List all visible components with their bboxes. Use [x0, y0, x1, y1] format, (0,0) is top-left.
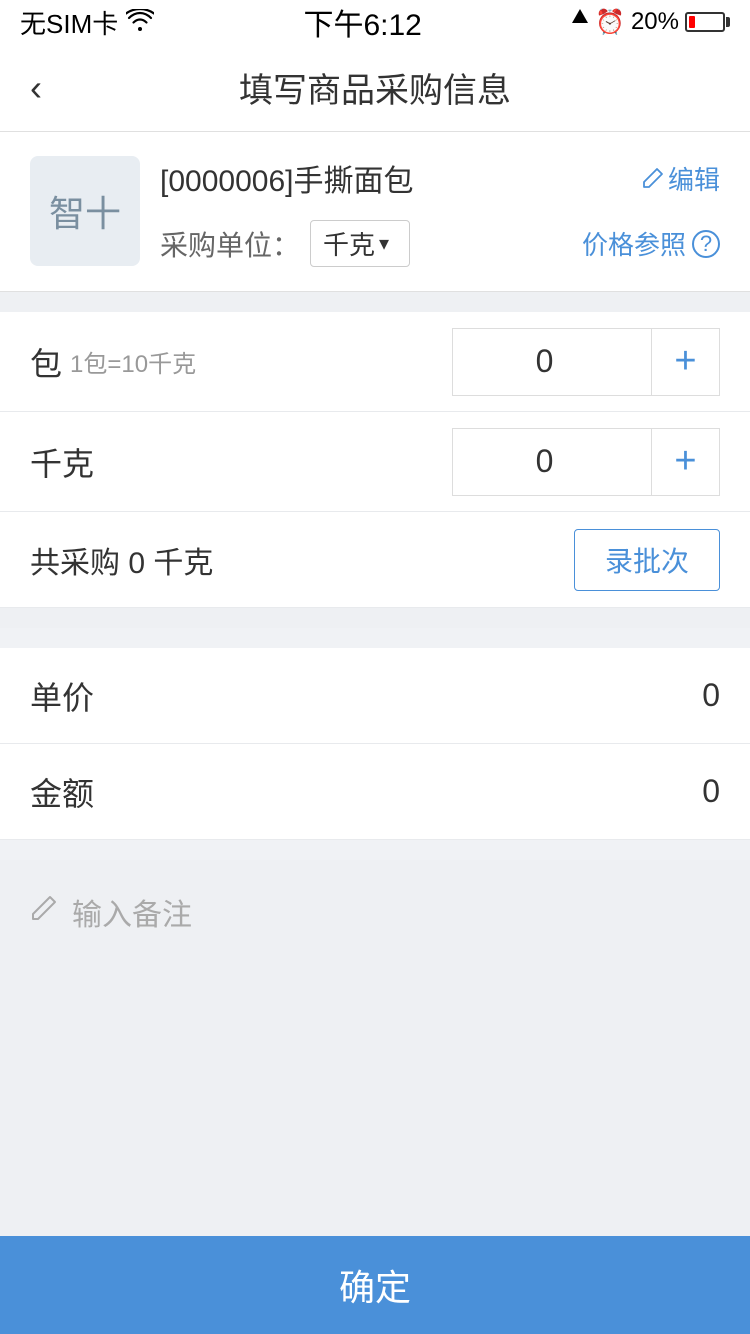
carrier-label: 无SIM卡	[20, 4, 118, 41]
bao-row: 包 1包=10千克 +	[0, 312, 750, 412]
input-section: 包 1包=10千克 + 千克 +	[0, 312, 750, 512]
confirm-button[interactable]: 确定	[0, 1236, 750, 1334]
bao-label: 包	[30, 339, 62, 385]
bao-sublabel: 1包=10千克	[70, 344, 452, 379]
product-name: [0000006]手撕面包	[160, 156, 413, 200]
status-bar: 无SIM卡 下午6:12 ⏰ 20%	[0, 0, 750, 44]
price-ref-button[interactable]: 价格参照 ?	[582, 225, 720, 262]
kg-row: 千克 +	[0, 412, 750, 512]
total-row: 共采购 0 千克 录批次	[0, 512, 750, 608]
edit-button[interactable]: 编辑	[642, 160, 720, 197]
pencil-icon	[30, 894, 58, 930]
bao-plus-button[interactable]: +	[652, 328, 720, 396]
product-logo: 智十	[49, 185, 121, 237]
location-icon	[571, 8, 589, 37]
product-card: 智十 [0000006]手撕面包 编辑 采购单位： 千克 ▾ 价格参照 ?	[0, 132, 750, 292]
nav-bar: ‹ 填写商品采购信息	[0, 44, 750, 132]
kg-input-box: +	[452, 428, 720, 496]
product-header: [0000006]手撕面包 编辑	[160, 156, 720, 200]
battery-pct: 20%	[631, 8, 679, 36]
remark-section[interactable]: 输入备注	[0, 860, 750, 964]
detail-section: 单价 0 金额 0	[0, 648, 750, 840]
confirm-label: 确定	[339, 1259, 411, 1311]
unit-price-row: 单价 0	[0, 648, 750, 744]
total-label: 共采购 0 千克	[30, 538, 213, 582]
status-time: 下午6:12	[303, 0, 421, 44]
battery-icon	[685, 12, 730, 32]
chevron-down-icon: ▾	[379, 231, 389, 256]
unit-label: 采购单位：	[160, 224, 300, 264]
product-unit-row: 采购单位： 千克 ▾ 价格参照 ?	[160, 220, 720, 267]
alarm-icon: ⏰	[595, 8, 625, 37]
kg-input[interactable]	[452, 428, 652, 496]
separator-1	[0, 292, 750, 312]
help-icon: ?	[692, 230, 720, 258]
page-title: 填写商品采购信息	[239, 63, 511, 112]
unit-price-label: 单价	[30, 673, 94, 719]
status-right: ⏰ 20%	[571, 8, 730, 37]
batch-button[interactable]: 录批次	[574, 529, 720, 591]
kg-label: 千克	[30, 439, 94, 485]
back-button[interactable]: ‹	[20, 57, 52, 119]
unit-select[interactable]: 千克 ▾	[310, 220, 410, 267]
product-image: 智十	[30, 156, 140, 266]
remark-placeholder: 输入备注	[72, 890, 192, 934]
separator-2	[0, 608, 750, 628]
bao-input[interactable]	[452, 328, 652, 396]
product-info: [0000006]手撕面包 编辑 采购单位： 千克 ▾ 价格参照 ?	[160, 156, 720, 267]
bao-input-box: +	[452, 328, 720, 396]
amount-row: 金额 0	[0, 744, 750, 840]
kg-plus-button[interactable]: +	[652, 428, 720, 496]
status-left: 无SIM卡	[20, 4, 154, 41]
amount-value: 0	[702, 773, 720, 810]
unit-price-value: 0	[702, 677, 720, 714]
wifi-icon	[126, 7, 154, 38]
amount-label: 金额	[30, 769, 94, 815]
